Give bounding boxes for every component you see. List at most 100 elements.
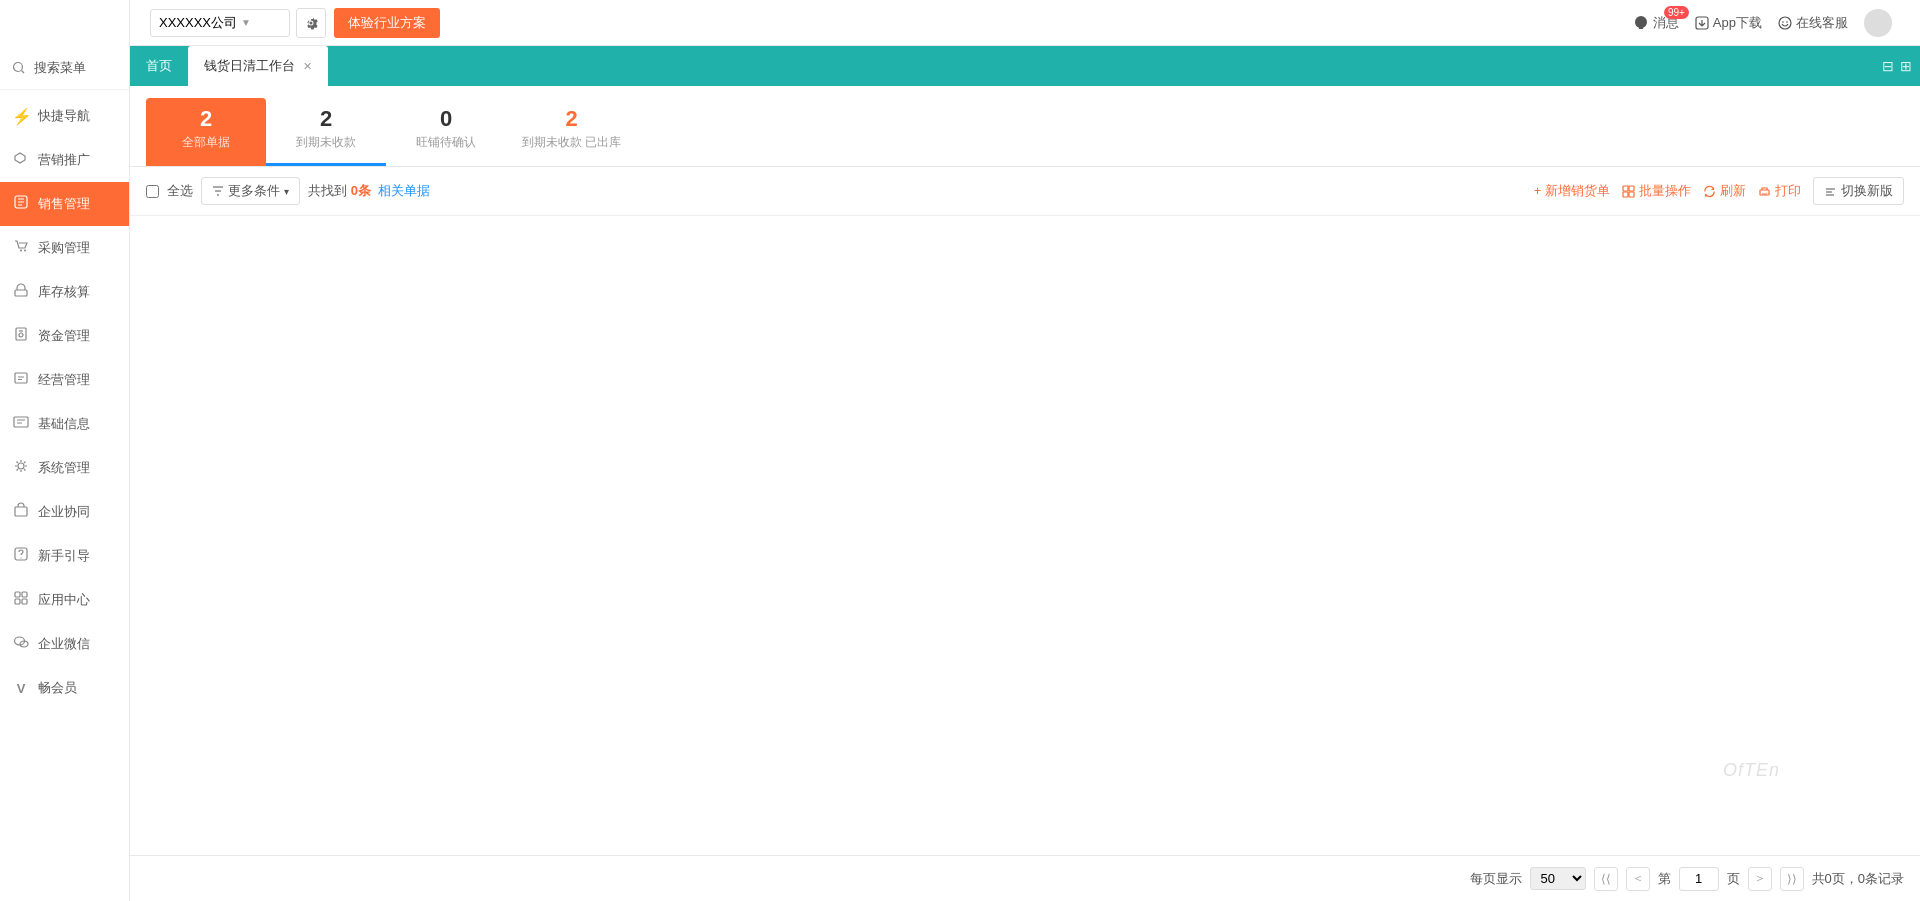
svg-point-9 — [24, 250, 26, 252]
svg-point-4 — [1782, 21, 1784, 23]
first-page-button[interactable]: ⟨⟨ — [1594, 867, 1618, 891]
sidebar-item-basic-info[interactable]: 基础信息 — [0, 402, 129, 446]
tab-maximize-icon[interactable]: ⊞ — [1900, 58, 1912, 74]
stat-num-wangpu: 0 — [402, 106, 490, 132]
svg-rect-27 — [1623, 192, 1628, 197]
sidebar-item-label: 企业微信 — [38, 635, 90, 653]
sidebar-item-marketing[interactable]: 营销推广 — [0, 138, 129, 182]
message-button[interactable]: 消息 99+ — [1633, 14, 1679, 32]
per-page-select[interactable]: 50 20 100 — [1530, 867, 1586, 890]
stat-tab-overdue[interactable]: 2 到期未收款 — [266, 98, 386, 166]
stat-tab-wangpu[interactable]: 0 旺铺待确认 — [386, 98, 506, 166]
tab-close-icon[interactable]: ✕ — [303, 60, 312, 73]
trial-button[interactable]: 体验行业方案 — [334, 8, 440, 38]
stat-tab-overdue-unshipped[interactable]: 2 到期未收款 已出库 — [506, 98, 637, 166]
print-button[interactable]: 打印 — [1758, 182, 1801, 200]
found-prefix: 共找到 — [308, 183, 347, 198]
sidebar-item-label: 经营管理 — [38, 371, 90, 389]
sidebar-item-label: 库存核算 — [38, 283, 90, 301]
sidebar-item-inventory[interactable]: 库存核算 — [0, 270, 129, 314]
company-name: XXXXXX公司 — [159, 14, 237, 32]
app-download-button[interactable]: App下载 — [1695, 14, 1762, 32]
batch-button[interactable]: 批量操作 — [1622, 182, 1691, 200]
tab-workbench[interactable]: 钱货日清工作台 ✕ — [188, 46, 328, 86]
svg-rect-22 — [22, 599, 27, 604]
sidebar-menu: ⚡ 快捷导航 营销推广 销售管理 采购管理 — [0, 90, 129, 901]
svg-point-5 — [1786, 21, 1788, 23]
svg-rect-21 — [15, 599, 20, 604]
svg-rect-14 — [14, 417, 28, 427]
page-label: 第 — [1658, 870, 1671, 888]
svg-rect-13 — [15, 373, 27, 383]
stats-tabs: 2 全部单据 2 到期未收款 0 旺铺待确认 2 到期未收款 已出库 — [130, 86, 1920, 167]
sidebar-item-member[interactable]: V 畅会员 — [0, 666, 129, 710]
pagination-bar: 每页显示 50 20 100 ⟨⟨ ＜ 第 页 ＞ ⟩⟩ 共0页，0条记录 — [130, 855, 1920, 901]
related-link[interactable]: 相关单据 — [378, 183, 430, 198]
svg-rect-26 — [1629, 186, 1634, 191]
refresh-button[interactable]: 刷新 — [1703, 182, 1746, 200]
stat-label-all: 全部单据 — [162, 134, 250, 151]
sidebar-item-label: 采购管理 — [38, 239, 90, 257]
tab-home[interactable]: 首页 — [130, 46, 188, 86]
member-icon: V — [12, 681, 30, 696]
sidebar-item-label: 新手引导 — [38, 547, 90, 565]
sidebar-item-quick-nav[interactable]: ⚡ 快捷导航 — [0, 94, 129, 138]
filter-label: 更多条件 — [228, 182, 280, 200]
page-input[interactable] — [1679, 867, 1719, 891]
sidebar-search-label: 搜索菜单 — [34, 59, 86, 77]
sidebar-item-label: 资金管理 — [38, 327, 90, 345]
app-download-label: App下载 — [1713, 14, 1762, 32]
svg-rect-28 — [1629, 192, 1634, 197]
settings-button[interactable] — [296, 8, 326, 38]
header-right: 消息 99+ App下载 在线客服 — [1633, 9, 1908, 37]
svg-point-15 — [18, 463, 24, 469]
sidebar-item-label: 销售管理 — [38, 195, 90, 213]
select-all-label[interactable]: 全选 — [167, 182, 193, 200]
sidebar-item-guide[interactable]: 新手引导 — [0, 534, 129, 578]
print-label: 打印 — [1775, 182, 1801, 200]
svg-rect-20 — [22, 592, 27, 597]
tab-workbench-label: 钱货日清工作台 — [204, 57, 295, 75]
prev-page-button[interactable]: ＜ — [1626, 867, 1650, 891]
guide-icon — [12, 546, 30, 566]
finance-icon — [12, 326, 30, 346]
main-content: 2 全部单据 2 到期未收款 0 旺铺待确认 2 到期未收款 已出库 全选 — [130, 86, 1920, 901]
sidebar-item-sales[interactable]: 销售管理 — [0, 182, 129, 226]
sidebar-item-label: 快捷导航 — [38, 107, 90, 125]
filter-button[interactable]: 更多条件 ▾ — [201, 177, 300, 205]
marketing-icon — [12, 150, 30, 170]
sidebar-item-finance[interactable]: 资金管理 — [0, 314, 129, 358]
total-label: 共0页，0条记录 — [1812, 870, 1904, 888]
sidebar-item-purchase[interactable]: 采购管理 — [0, 226, 129, 270]
sidebar-search[interactable]: 搜索菜单 — [0, 46, 129, 90]
svg-point-3 — [1779, 17, 1791, 29]
sidebar: 搜索菜单 ⚡ 快捷导航 营销推广 销售管理 采购管理 — [0, 0, 130, 901]
next-page-button[interactable]: ＞ — [1748, 867, 1772, 891]
tab-minimize-icon[interactable]: ⊟ — [1882, 58, 1894, 74]
add-sale-button[interactable]: + 新增销货单 — [1534, 182, 1610, 200]
sidebar-item-system[interactable]: 系统管理 — [0, 446, 129, 490]
found-count: 0条 — [351, 183, 371, 198]
batch-label: 批量操作 — [1639, 182, 1691, 200]
sidebar-item-wechat[interactable]: 企业微信 — [0, 622, 129, 666]
sidebar-item-enterprise[interactable]: 企业协同 — [0, 490, 129, 534]
system-icon — [12, 458, 30, 478]
avatar[interactable] — [1864, 9, 1892, 37]
sidebar-item-app-center[interactable]: 应用中心 — [0, 578, 129, 622]
last-page-button[interactable]: ⟩⟩ — [1780, 867, 1804, 891]
toolbar-left: 全选 更多条件 ▾ 共找到 0条 相关单据 — [146, 177, 1526, 205]
top-header: 6 畅捷通好生意 标准版 XXXXXX公司 ▼ 体验行业方案 消息 99+ Ap… — [0, 0, 1920, 46]
stat-num-overdue: 2 — [282, 106, 370, 132]
basic-info-icon — [12, 414, 30, 434]
sidebar-item-label: 系统管理 — [38, 459, 90, 477]
online-service-button[interactable]: 在线客服 — [1778, 14, 1848, 32]
svg-point-18 — [20, 557, 21, 558]
select-all-checkbox[interactable] — [146, 185, 159, 198]
stat-tab-all[interactable]: 2 全部单据 — [146, 98, 266, 166]
add-sale-label: + 新增销货单 — [1534, 182, 1610, 200]
per-page-label: 每页显示 — [1470, 870, 1522, 888]
sidebar-item-operation[interactable]: 经营管理 — [0, 358, 129, 402]
company-selector[interactable]: XXXXXX公司 ▼ — [150, 9, 290, 37]
quick-nav-icon: ⚡ — [12, 107, 30, 126]
switch-version-button[interactable]: 切换新版 — [1813, 177, 1904, 205]
